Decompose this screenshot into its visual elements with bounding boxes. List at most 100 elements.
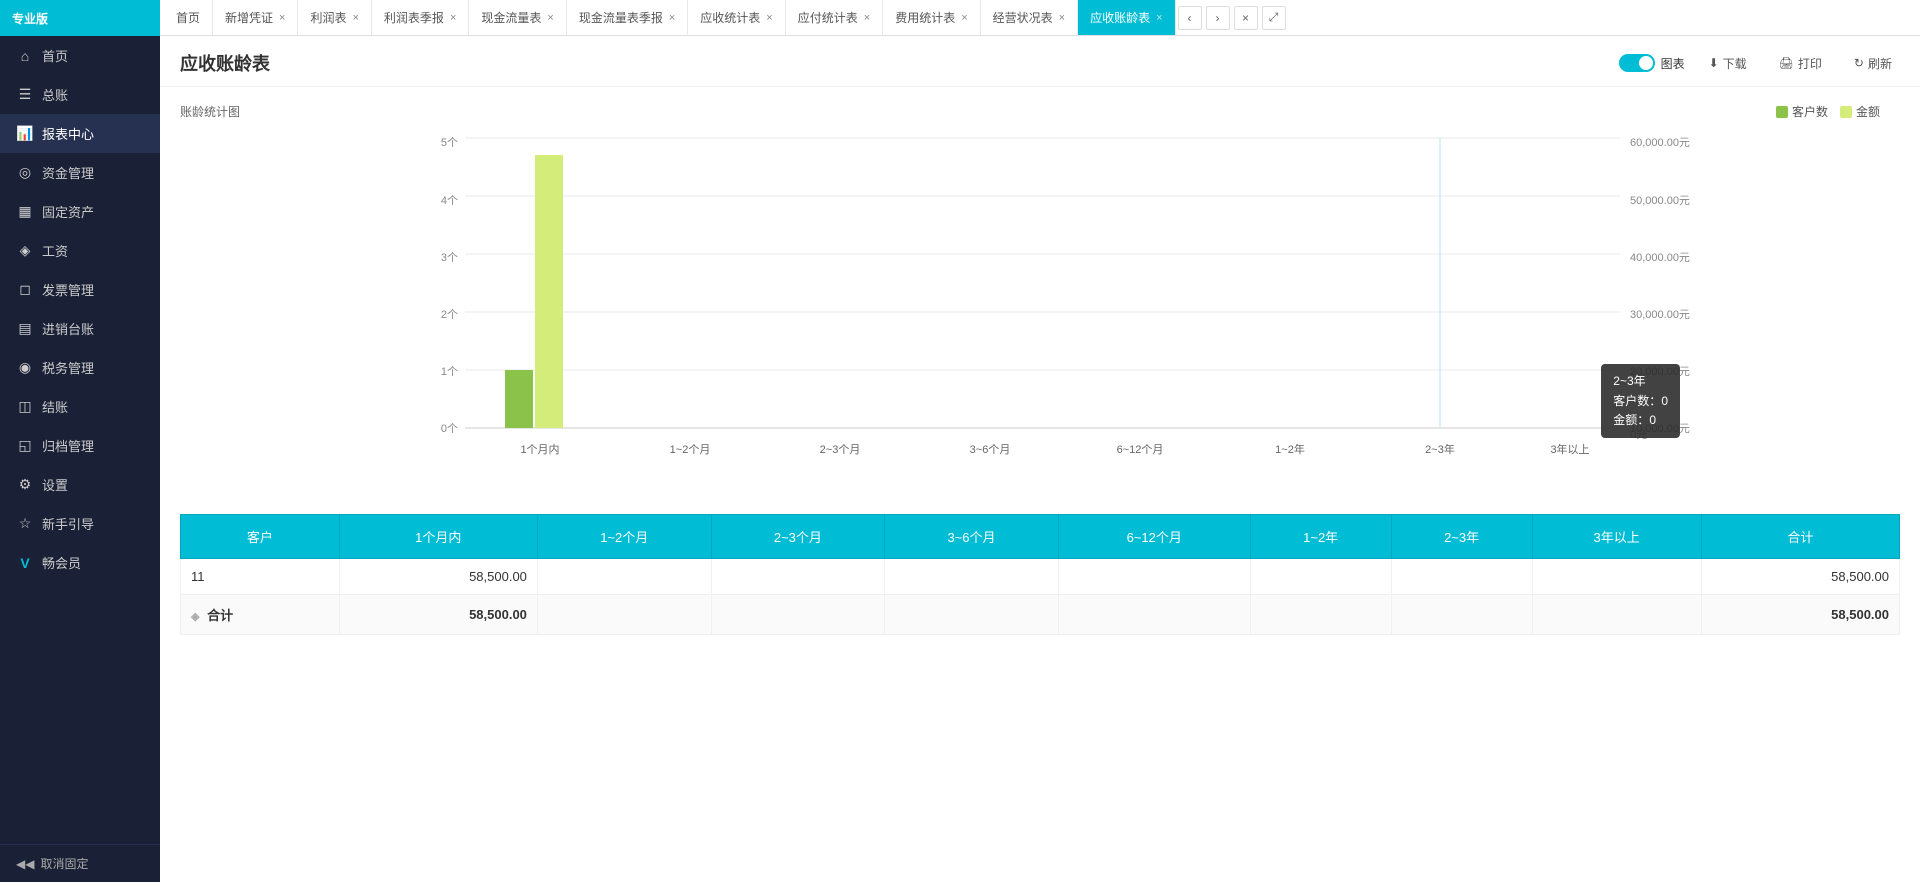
tab-business-status-label: 经营状况表 (993, 9, 1053, 26)
tab-nav-next[interactable]: › (1206, 6, 1230, 30)
svg-text:20,000.00元: 20,000.00元 (1630, 366, 1690, 378)
tab-aging[interactable]: 应收账龄表 × (1078, 0, 1175, 36)
refresh-button[interactable]: ↻ 刷新 (1846, 51, 1900, 76)
data-table: 客户 1个月内 1~2个月 2~3个月 3~6个月 6~12个月 1~2年 2~… (180, 514, 1900, 635)
cell-m612 (1058, 559, 1250, 595)
tab-voucher-close[interactable]: × (279, 12, 285, 24)
tab-nav-prev[interactable]: ‹ (1178, 6, 1202, 30)
legend-customer-color (1776, 106, 1788, 118)
sidebar-item-label: 税务管理 (42, 358, 94, 377)
col-y3plus: 3年以上 (1532, 515, 1701, 559)
closing-icon: ◫ (16, 398, 34, 415)
chart-area: 账龄统计图 客户数 金额 5个 4个 3个 2个 (160, 87, 1920, 514)
tab-close-all[interactable]: × (1234, 6, 1258, 30)
tab-expense-stats[interactable]: 费用统计表 × (883, 0, 980, 36)
sidebar-item-member[interactable]: V 畅会员 (0, 543, 160, 582)
tab-cashflow-quarter-close[interactable]: × (669, 12, 675, 24)
sidebar-item-closing[interactable]: ◫ 结账 (0, 387, 160, 426)
cell-y23 (1391, 559, 1532, 595)
sidebar-item-guide[interactable]: ☆ 新手引导 (0, 504, 160, 543)
sidebar-item-ledger[interactable]: ☰ 总账 (0, 75, 160, 114)
download-label: 下载 (1723, 55, 1747, 72)
tab-voucher[interactable]: 新增凭证 × (213, 0, 298, 36)
total-total: 58,500.00 (1701, 595, 1899, 635)
ledger-icon: ☰ (16, 86, 34, 103)
sidebar-item-reports[interactable]: 📊 报表中心 (0, 114, 160, 153)
bar-customer-0 (505, 370, 533, 428)
col-customer: 客户 (181, 515, 340, 559)
sidebar-item-salary[interactable]: ◈ 工资 (0, 231, 160, 270)
chart-svg: 5个 4个 3个 2个 1个 0个 60,000.00元 50,000.00元 … (180, 128, 1900, 498)
tab-aging-label: 应收账龄表 (1090, 9, 1150, 26)
tab-cashflow-quarter[interactable]: 现金流量表季报 × (567, 0, 688, 36)
tab-payable-stats[interactable]: 应付统计表 × (786, 0, 883, 36)
svg-text:1~2个月: 1~2个月 (670, 443, 711, 456)
tab-receivable-stats-close[interactable]: × (766, 12, 772, 24)
tab-expense-stats-close[interactable]: × (961, 12, 967, 24)
sidebar-item-label: 首页 (42, 46, 68, 65)
tab-home[interactable]: 首页 (164, 0, 213, 36)
tab-cashflow-close[interactable]: × (547, 12, 553, 24)
legend-amount-color (1840, 106, 1852, 118)
tab-cashflow[interactable]: 现金流量表 × (469, 0, 566, 36)
sales-icon: ▤ (16, 320, 34, 337)
tab-profit-quarter-close[interactable]: × (450, 12, 456, 24)
chart-toggle[interactable]: 图表 (1619, 54, 1685, 72)
svg-text:0个: 0个 (441, 422, 458, 435)
cell-customer: 11 (181, 559, 340, 595)
sidebar-item-label: 总账 (42, 85, 68, 104)
total-y23 (1391, 595, 1532, 635)
col-m36: 3~6个月 (885, 515, 1059, 559)
tab-profit[interactable]: 利润表 × (298, 0, 371, 36)
tab-profit-close[interactable]: × (352, 12, 358, 24)
total-m1: 58,500.00 (339, 595, 537, 635)
invoice-icon: ◻ (16, 281, 34, 298)
total-m12 (537, 595, 711, 635)
tab-bar: 首页 新增凭证 × 利润表 × 利润表季报 × 现金流量表 × 现金流量表季报 … (160, 0, 1920, 36)
sidebar-item-funds[interactable]: ◎ 资金管理 (0, 153, 160, 192)
total-y12 (1250, 595, 1391, 635)
sidebar-item-archive[interactable]: ◱ 归档管理 (0, 426, 160, 465)
sidebar-pin-toggle[interactable]: ◀◀ 取消固定 (0, 844, 160, 882)
total-m23 (711, 595, 885, 635)
svg-text:3年以上: 3年以上 (1550, 442, 1589, 456)
tab-profit-label: 利润表 (310, 9, 346, 26)
sidebar-item-label: 资金管理 (42, 163, 94, 182)
toggle-track[interactable] (1619, 54, 1655, 72)
tab-expand[interactable]: ⤢ (1262, 6, 1286, 30)
svg-text:60,000.00元: 60,000.00元 (1630, 137, 1690, 149)
tab-payable-stats-close[interactable]: × (864, 12, 870, 24)
tab-business-status[interactable]: 经营状况表 × (981, 0, 1078, 36)
pin-icon: ◀◀ (16, 857, 34, 871)
tab-business-status-close[interactable]: × (1059, 12, 1065, 24)
sidebar-item-home[interactable]: ⌂ 首页 (0, 36, 160, 75)
sidebar-item-label: 结账 (42, 397, 68, 416)
toggle-thumb (1639, 56, 1653, 70)
sidebar-item-label: 设置 (42, 475, 68, 494)
svg-text:1个月内: 1个月内 (520, 442, 559, 456)
table-total-row: ◈ 合计 58,500.00 58,500.00 (181, 595, 1900, 635)
tab-receivable-stats[interactable]: 应收统计表 × (688, 0, 785, 36)
col-total: 合计 (1701, 515, 1899, 559)
member-icon: V (16, 555, 34, 571)
cell-y12 (1250, 559, 1391, 595)
svg-text:0元: 0元 (1630, 429, 1647, 441)
tab-expense-stats-label: 费用统计表 (895, 9, 955, 26)
download-button[interactable]: ⬇ 下载 (1701, 51, 1755, 76)
sidebar-item-sales[interactable]: ▤ 进销台账 (0, 309, 160, 348)
sidebar-item-invoice[interactable]: ◻ 发票管理 (0, 270, 160, 309)
total-m612 (1058, 595, 1250, 635)
toggle-label: 图表 (1661, 55, 1685, 72)
funds-icon: ◎ (16, 164, 34, 181)
sidebar-item-tax[interactable]: ◉ 税务管理 (0, 348, 160, 387)
sidebar-item-label: 归档管理 (42, 436, 94, 455)
tab-aging-close[interactable]: × (1156, 12, 1162, 24)
col-y12: 1~2年 (1250, 515, 1391, 559)
legend-customer-count: 客户数 (1776, 103, 1828, 120)
sidebar-item-settings[interactable]: ⚙ 设置 (0, 465, 160, 504)
tab-home-label: 首页 (176, 9, 200, 26)
print-button[interactable]: 🖨 打印 (1771, 51, 1830, 76)
tab-profit-quarter[interactable]: 利润表季报 × (372, 0, 469, 36)
svg-text:2~3年: 2~3年 (1425, 442, 1455, 456)
sidebar-item-assets[interactable]: ▦ 固定资产 (0, 192, 160, 231)
